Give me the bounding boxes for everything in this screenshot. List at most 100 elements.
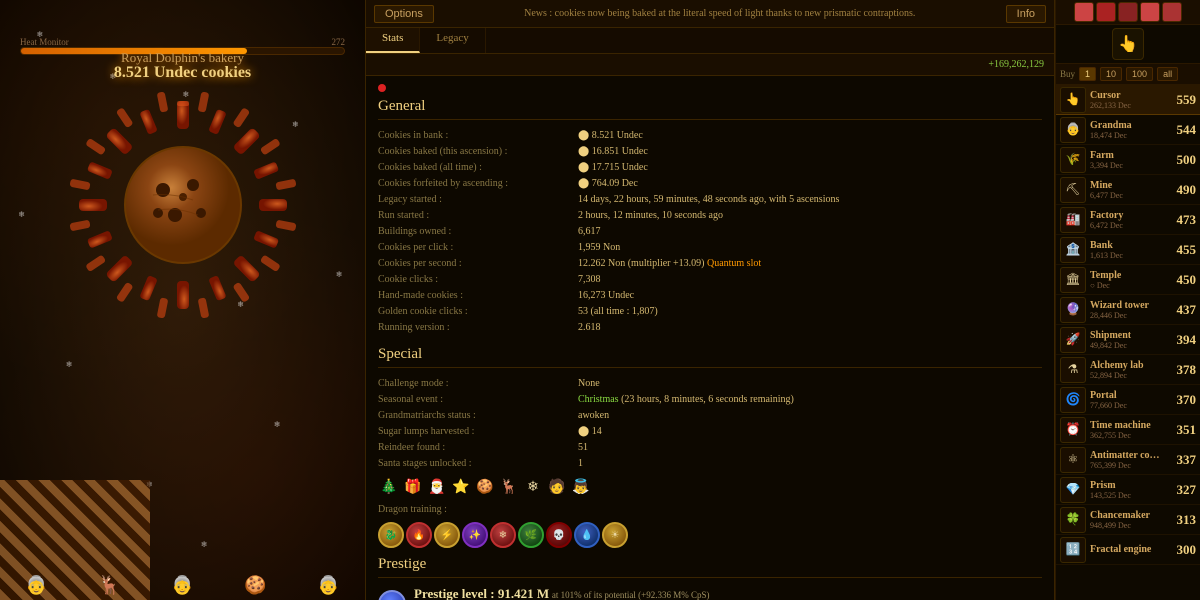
building-wizard-tower-icon: 🔮 (1060, 297, 1086, 323)
building-antimatter-condenser-info: Antimatter condenser 765,399 Dec (1090, 450, 1164, 470)
seasonal-icon-5: 🍪 (474, 476, 496, 498)
options-button[interactable]: Options (374, 5, 434, 23)
building-shipment-info: Shipment 49,842 Dec (1090, 330, 1164, 350)
tab-legacy[interactable]: Legacy (420, 28, 485, 53)
stat-row-version: Running version : 2.618 (378, 320, 1042, 336)
building-grandma-info: Grandma 18,474 Dec (1090, 120, 1164, 140)
left-panel: ❄ ❄ ❄ ❄ ❄ ❄ ❄ ❄ ❄ ❄ ❄ ❄ Heat Monitor 272… (0, 0, 365, 600)
tab-stats[interactable]: Stats (366, 28, 420, 53)
building-factory[interactable]: 🏭 Factory 6,472 Dec 473 (1056, 205, 1200, 235)
building-grandma-icon: 👵 (1060, 117, 1086, 143)
building-time-machine-icon: ⏰ (1060, 417, 1086, 443)
building-alchemy-lab-info: Alchemy lab 52,894 Dec (1090, 360, 1164, 380)
prestige-box: Prestige level : 91.421 M at 101% of its… (378, 586, 1042, 600)
seasonal-icon-3: 🎅 (426, 476, 448, 498)
building-farm-info: Farm 3,394 Dec (1090, 150, 1164, 170)
right-panel: 👆 Buy 1 10 100 all 👆 Cursor 262,133 Dec … (1055, 0, 1200, 600)
dragon-icon-6[interactable]: 🌿 (518, 522, 544, 548)
main-content[interactable]: General Cookies in bank : ⬤ 8.521 Undec … (366, 76, 1054, 600)
general-stats: Cookies in bank : ⬤ 8.521 Undec Cookies … (378, 128, 1042, 336)
dragon-icon-4[interactable]: ✨ (462, 522, 488, 548)
building-chancemaker[interactable]: 🍀 Chancemaker 948,499 Dec 313 (1056, 505, 1200, 535)
seasonal-icon-1: 🎄 (378, 476, 400, 498)
stat-row-handmade: Hand-made cookies : 16,273 Undec (378, 288, 1042, 304)
dragon-icons[interactable]: 🐉 🔥 ⚡ ✨ ❄ 🌿 💀 💧 ☀ (378, 522, 1042, 548)
stat-row-buildings: Buildings owned : 6,617 (378, 224, 1042, 240)
cursor-image[interactable]: 👆 (1112, 28, 1144, 60)
building-alchemy-lab[interactable]: ⚗ Alchemy lab 52,894 Dec 378 (1056, 355, 1200, 385)
rt-icon-5[interactable] (1162, 2, 1182, 22)
building-cursor[interactable]: 👆 Cursor 262,133 Dec 559 (1056, 85, 1200, 115)
building-shipment[interactable]: 🚀 Shipment 49,842 Dec 394 (1056, 325, 1200, 355)
buy-row: Buy 1 10 100 all (1056, 64, 1200, 85)
building-prism-icon: 💎 (1060, 477, 1086, 503)
status-dot-red (378, 84, 386, 92)
building-prism-info: Prism 143,525 Dec (1090, 480, 1164, 500)
dragon-icon-5[interactable]: ❄ (490, 522, 516, 548)
dragon-icon-9[interactable]: ☀ (602, 522, 628, 548)
rt-icon-2[interactable] (1096, 2, 1116, 22)
top-bar: Options News : cookies now being baked a… (366, 0, 1054, 28)
cookie-count: 8.521 Undec cookies (0, 64, 365, 82)
dragon-icon-7[interactable]: 💀 (546, 522, 572, 548)
deco-char-1: 👵 (25, 575, 47, 596)
rt-icon-4[interactable] (1140, 2, 1160, 22)
cookie-visual[interactable] (63, 85, 303, 325)
building-bank-info: Bank 1,613 Dec (1090, 240, 1164, 260)
building-mine[interactable]: ⛏ Mine 6,477 Dec 490 (1056, 175, 1200, 205)
dragon-icon-3[interactable]: ⚡ (434, 522, 460, 548)
info-button[interactable]: Info (1006, 5, 1046, 23)
stat-row-cpc: Cookies per click : 1,959 Non (378, 240, 1042, 256)
building-prism[interactable]: 💎 Prism 143,525 Dec 327 (1056, 475, 1200, 505)
buy-100-button[interactable]: 100 (1126, 67, 1153, 81)
prestige-text-block: Prestige level : 91.421 M at 101% of its… (414, 586, 709, 600)
stat-row-golden: Golden cookie clicks : 53 (all time : 1,… (378, 304, 1042, 320)
progress-right-label: 272 (332, 37, 346, 47)
building-factory-icon: 🏭 (1060, 207, 1086, 233)
building-portal[interactable]: 🌀 Portal 77,660 Dec 370 (1056, 385, 1200, 415)
stat-row-clicks: Cookie clicks : 7,308 (378, 272, 1042, 288)
building-factory-info: Factory 6,472 Dec (1090, 210, 1164, 230)
rt-icon-3[interactable] (1118, 2, 1138, 22)
building-farm[interactable]: 🌾 Farm 3,394 Dec 500 (1056, 145, 1200, 175)
building-antimatter-condenser[interactable]: ⚛ Antimatter condenser 765,399 Dec 337 (1056, 445, 1200, 475)
cookie-ring-svg (63, 85, 303, 325)
stat-lumps: Sugar lumps harvested : ⬤ 14 (378, 424, 1042, 440)
stat-seasonal: Seasonal event : Christmas (23 hours, 8 … (378, 392, 1042, 408)
seasonal-icon-6: 🦌 (498, 476, 520, 498)
dragon-icon-1[interactable]: 🐉 (378, 522, 404, 548)
seasonal-icons: 🎄 🎁 🎅 ⭐ 🍪 🦌 ❄ 🧑 👼 (378, 476, 1042, 498)
section-special: Special (378, 346, 1042, 368)
building-cursor-icon: 👆 (1060, 87, 1086, 113)
building-temple[interactable]: 🏛 Temple ○ Dec 450 (1056, 265, 1200, 295)
dragon-icon-2[interactable]: 🔥 (406, 522, 432, 548)
seasonal-icon-9: 👼 (570, 476, 592, 498)
stat-reindeer: Reindeer found : 51 (378, 440, 1042, 456)
building-bank[interactable]: 🏦 Bank 1,613 Dec 455 (1056, 235, 1200, 265)
stat-row-run-started: Run started : 2 hours, 12 minutes, 10 se… (378, 208, 1042, 224)
tabs-bar: Stats Legacy (366, 28, 1054, 54)
building-mine-info: Mine 6,477 Dec (1090, 180, 1164, 200)
building-wizard-tower[interactable]: 🔮 Wizard tower 28,446 Dec 437 (1056, 295, 1200, 325)
deco-char-4: 🍪 (244, 575, 266, 596)
stat-row-forfeited: Cookies forfeited by ascending : ⬤ 764.0… (378, 176, 1042, 192)
right-top-icons (1056, 0, 1200, 25)
building-fractal-engine-info: Fractal engine (1090, 544, 1164, 555)
rt-icon-1[interactable] (1074, 2, 1094, 22)
buy-1-button[interactable]: 1 (1079, 67, 1096, 81)
news-ticker: News : cookies now being baked at the li… (434, 8, 1006, 19)
section-prestige: Prestige (378, 556, 1042, 578)
building-temple-icon: 🏛 (1060, 267, 1086, 293)
stat-challenge: Challenge mode : None (378, 376, 1042, 392)
building-fractal-engine[interactable]: 🔢 Fractal engine 300 (1056, 535, 1200, 565)
building-chancemaker-icon: 🍀 (1060, 507, 1086, 533)
dragon-icon-8[interactable]: 💧 (574, 522, 600, 548)
bottom-decorations: 👵 🦌 👵 🍪 👵 (0, 420, 365, 600)
buy-all-button[interactable]: all (1157, 67, 1178, 81)
stat-grandma: Grandmatriarchs status : awoken (378, 408, 1042, 424)
stat-row-baked-asc: Cookies baked (this ascension) : ⬤ 16.85… (378, 144, 1042, 160)
building-farm-icon: 🌾 (1060, 147, 1086, 173)
building-time-machine[interactable]: ⏰ Time machine 362,755 Dec 351 (1056, 415, 1200, 445)
building-grandma[interactable]: 👵 Grandma 18,474 Dec 544 (1056, 115, 1200, 145)
buy-10-button[interactable]: 10 (1100, 67, 1122, 81)
